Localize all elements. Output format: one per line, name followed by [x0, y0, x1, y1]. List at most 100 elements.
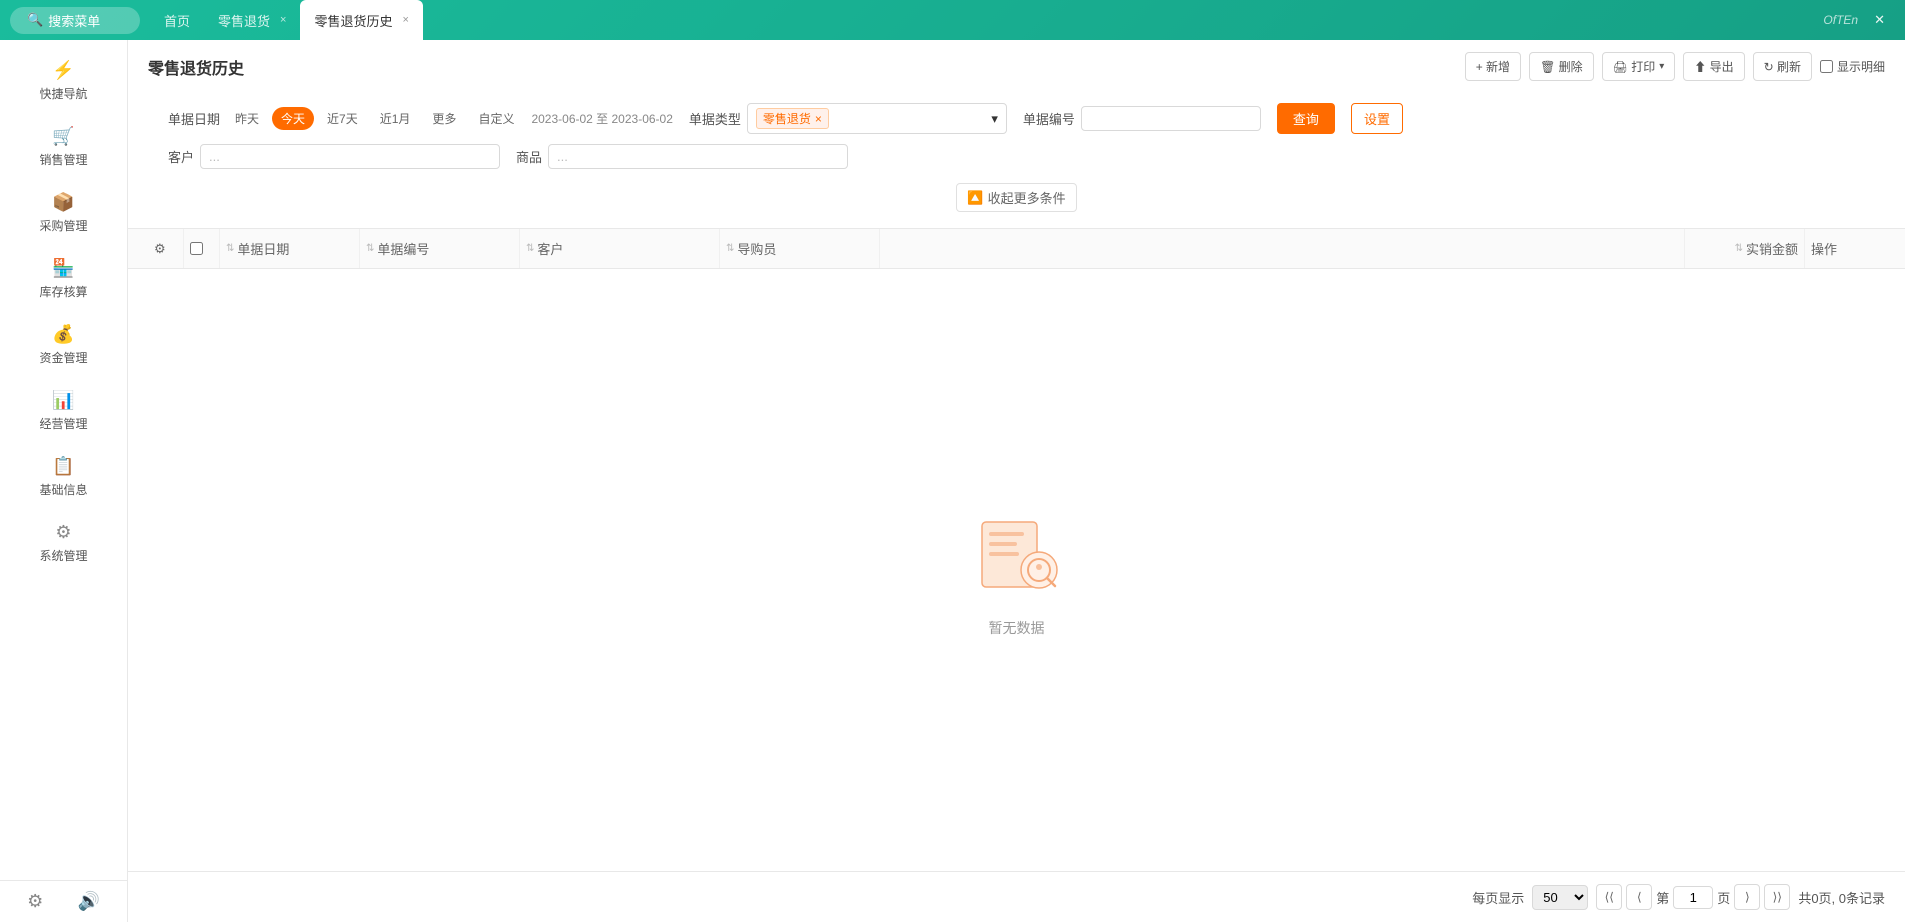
refresh-button[interactable]: ↻ 刷新 — [1753, 52, 1812, 81]
bill-type-tag-text: 零售退货 — [763, 110, 811, 127]
tab-home[interactable]: 首页 — [150, 0, 204, 40]
filter-row-2: 客户 ... 商品 ... — [168, 144, 1865, 169]
customer-select[interactable]: ... — [200, 144, 500, 169]
sidebar-item-inventory-calc[interactable]: 🏪 库存核算 — [0, 246, 127, 312]
date-today[interactable]: 今天 — [272, 107, 314, 130]
bill-type-selected: 零售退货 × — [756, 108, 829, 129]
th-bill-no: ⇅ 单据编号 — [360, 229, 520, 268]
sidebar-item-business-mgmt-label: 经营管理 — [39, 415, 87, 432]
sidebar-item-inventory-calc-label: 库存核算 — [39, 283, 87, 300]
show-detail-checkbox[interactable]: 显示明细 — [1820, 58, 1885, 75]
date-filter-label: 单据日期 — [168, 109, 220, 128]
page-number-input[interactable] — [1673, 886, 1713, 909]
page-nav: ⟨⟨ ⟨ 第 页 ⟩ ⟩⟩ — [1596, 884, 1790, 910]
sidebar-item-basic-info[interactable]: 📋 基础信息 — [0, 444, 127, 510]
sort-guide-icon[interactable]: ⇅ — [726, 243, 734, 254]
new-button[interactable]: + 新增 — [1465, 52, 1521, 81]
print-label: 🖨 打印 — [1613, 58, 1656, 75]
th-guide-label: 导购员 — [737, 239, 776, 258]
search-menu[interactable]: 🔍 搜索菜单 — [10, 7, 140, 34]
page-last-btn[interactable]: ⟩⟩ — [1764, 884, 1790, 910]
setting-label: 设置 — [1364, 112, 1390, 127]
delete-button[interactable]: 🗑 删除 — [1529, 52, 1594, 81]
main-content: 零售退货历史 + 新增 🗑 删除 🖨 打印 ▾ ⬆ 导出 — [128, 40, 1905, 922]
tab-retail-return-history-close[interactable]: × — [402, 14, 408, 26]
date-custom[interactable]: 自定义 — [469, 107, 523, 130]
sidebar-bottom: ⚙ 🔊 — [0, 880, 127, 922]
system-mgmt-icon: ⚙ — [55, 522, 71, 543]
th-date-label: 单据日期 — [237, 239, 289, 258]
page-title: 零售退货历史 — [148, 55, 244, 79]
bill-no-label: 单据编号 — [1023, 109, 1075, 128]
sidebar-item-quick-nav-label: 快捷导航 — [39, 85, 87, 102]
page-next-btn[interactable]: ⟩ — [1734, 884, 1760, 910]
bill-no-filter: 单据编号 — [1023, 106, 1261, 131]
sidebar-item-purchase-mgmt[interactable]: 📦 采购管理 — [0, 180, 127, 246]
sidebar-item-system-mgmt[interactable]: ⚙ 系统管理 — [0, 510, 127, 576]
customer-placeholder: ... — [209, 149, 220, 164]
top-bar-right: OfTEn ✕ — [1823, 12, 1895, 28]
th-action-label: 操作 — [1811, 239, 1837, 258]
bill-type-tag-close[interactable]: × — [815, 112, 822, 126]
date-last1month[interactable]: 近1月 — [371, 107, 420, 130]
th-customer-label: 客户 — [537, 239, 563, 258]
table-header: ⚙ ⇅ 单据日期 ⇅ 单据编号 ⇅ 客户 ⇅ — [128, 229, 1905, 269]
date-range-display: 2023-06-02 至 2023-06-02 — [531, 110, 672, 127]
sidebar-item-quick-nav[interactable]: ⚡ 快捷导航 — [0, 48, 127, 114]
export-label: ⬆ 导出 — [1694, 58, 1733, 75]
page-size-select[interactable]: 50 10 20 100 — [1532, 885, 1588, 910]
sidebar-item-basic-info-label: 基础信息 — [39, 481, 87, 498]
sort-bill-no-icon[interactable]: ⇅ — [366, 243, 374, 254]
goods-filter: 商品 ... — [516, 144, 848, 169]
sidebar-item-business-mgmt[interactable]: 📊 经营管理 — [0, 378, 127, 444]
export-button[interactable]: ⬆ 导出 — [1683, 52, 1744, 81]
search-label: 搜索菜单 — [48, 11, 100, 30]
th-checkbox[interactable] — [184, 229, 220, 268]
goods-select[interactable]: ... — [548, 144, 848, 169]
setting-button[interactable]: 设置 — [1351, 103, 1403, 134]
sales-mgmt-icon: 🛒 — [52, 126, 74, 147]
bill-type-chevron-icon: ▾ — [991, 111, 998, 127]
select-all-checkbox[interactable] — [190, 242, 203, 255]
bill-type-select[interactable]: 零售退货 × ▾ — [747, 103, 1007, 134]
date-last7[interactable]: 近7天 — [318, 107, 367, 130]
capital-mgmt-icon: 💰 — [52, 324, 74, 345]
sidebar-item-sales-mgmt-label: 销售管理 — [39, 151, 87, 168]
sidebar-settings-btn[interactable]: ⚙ — [27, 891, 43, 912]
total-text: 共0页, 0条记录 — [1798, 888, 1885, 907]
th-action: 操作 — [1805, 229, 1885, 268]
sort-customer-icon[interactable]: ⇅ — [526, 243, 534, 254]
show-detail-label: 显示明细 — [1837, 58, 1885, 75]
sort-date-icon[interactable]: ⇅ — [226, 243, 234, 254]
empty-state: 暂无数据 — [128, 269, 1905, 871]
quick-nav-icon: ⚡ — [52, 60, 74, 81]
tab-retail-return[interactable]: 零售退货 × — [204, 0, 300, 40]
window-close-btn[interactable]: ✕ — [1874, 12, 1885, 28]
th-guide: ⇅ 导购员 — [720, 229, 880, 268]
th-settings[interactable]: ⚙ — [148, 229, 184, 268]
sidebar-item-capital-mgmt[interactable]: 💰 资金管理 — [0, 312, 127, 378]
print-chevron-icon: ▾ — [1659, 61, 1664, 72]
sort-amount-icon[interactable]: ⇅ — [1735, 243, 1743, 254]
table-section: ⚙ ⇅ 单据日期 ⇅ 单据编号 ⇅ 客户 ⇅ — [128, 229, 1905, 922]
page-prev-btn[interactable]: ⟨ — [1626, 884, 1652, 910]
date-more[interactable]: 更多 — [423, 107, 465, 130]
print-button[interactable]: 🖨 打印 ▾ — [1602, 52, 1676, 81]
query-button[interactable]: 查询 — [1277, 103, 1335, 134]
tab-retail-return-history[interactable]: 零售退货历史 × — [300, 0, 422, 40]
toolbar: + 新增 🗑 删除 🖨 打印 ▾ ⬆ 导出 ↻ 刷新 — [1465, 52, 1885, 81]
page-label-pre: 第 — [1656, 888, 1669, 907]
collapse-row: 🔼 收起更多条件 — [168, 179, 1865, 216]
sidebar-item-sales-mgmt[interactable]: 🛒 销售管理 — [0, 114, 127, 180]
page-header: 零售退货历史 + 新增 🗑 删除 🖨 打印 ▾ ⬆ 导出 — [128, 40, 1905, 229]
basic-info-icon: 📋 — [52, 456, 74, 477]
bill-no-input[interactable] — [1081, 106, 1261, 131]
date-yesterday[interactable]: 昨天 — [226, 107, 268, 130]
collapse-btn[interactable]: 🔼 收起更多条件 — [956, 183, 1076, 212]
page-first-btn[interactable]: ⟨⟨ — [1596, 884, 1622, 910]
show-detail-input[interactable] — [1820, 60, 1833, 73]
tab-retail-return-close[interactable]: × — [280, 14, 286, 26]
sidebar-audio-btn[interactable]: 🔊 — [77, 891, 99, 912]
th-space — [880, 229, 1685, 268]
empty-text: 暂无数据 — [989, 618, 1045, 638]
